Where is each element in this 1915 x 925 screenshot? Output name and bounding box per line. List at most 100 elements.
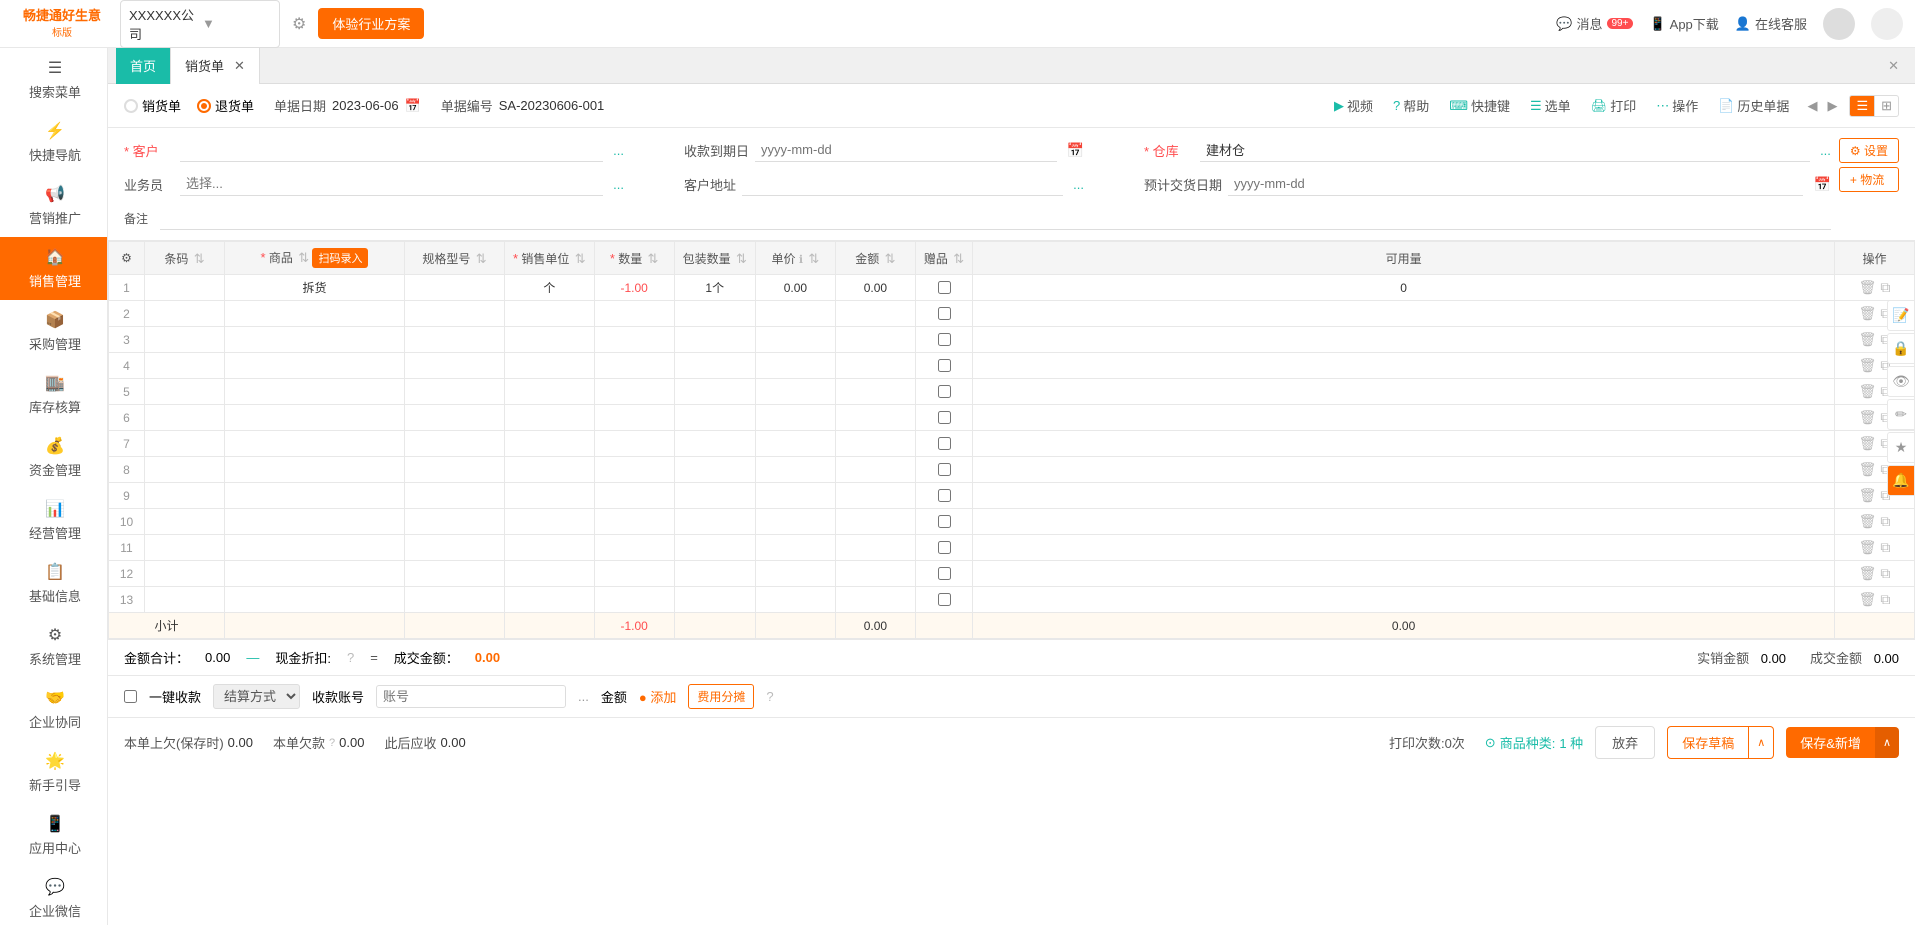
product-kind[interactable]: ⊙ 商品种类: 1 种 [1485,733,1583,752]
sidebar-item-purchase[interactable]: 📦 采购管理 [0,300,107,363]
sidebar-item-operations[interactable]: 📊 经营管理 [0,489,107,552]
row-spec[interactable] [405,327,505,353]
list-view-btn[interactable]: ☰ [1850,96,1875,116]
row-gift[interactable] [915,379,972,405]
fee-btn[interactable]: 费用分摊 [688,684,754,709]
row-barcode[interactable] [145,431,225,457]
row-price[interactable]: 0.00 [755,275,835,301]
sort-price-icon[interactable]: ⇅ [808,251,819,266]
sidebar-item-guide[interactable]: 🌟 新手引导 [0,741,107,804]
addr-input[interactable] [742,172,1063,196]
salesperson-dots[interactable]: ... [613,177,624,192]
sidebar-item-inventory[interactable]: 🏬 库存核算 [0,363,107,426]
tab-close-icon[interactable]: ✕ [234,58,245,74]
row-price[interactable] [755,431,835,457]
avatar[interactable] [1823,8,1855,40]
row-gift[interactable] [915,275,972,301]
print-btn[interactable]: 🖨 打印 [1585,94,1643,117]
row-copy-icon[interactable]: ⧉ [1880,539,1890,556]
row-delete-icon[interactable]: 🗑 [1859,565,1877,582]
customer-dots[interactable]: ... [613,143,624,158]
grid-view-btn[interactable]: ⊞ [1875,96,1898,116]
row-product[interactable] [225,457,405,483]
minus-icon[interactable]: — [246,650,259,665]
row-gift[interactable] [915,353,972,379]
row-product[interactable] [225,353,405,379]
add-payment-btn[interactable]: ● 添加 [639,687,676,706]
float-lock-btn[interactable]: 🔒 [1887,333,1915,364]
row-spec[interactable] [405,457,505,483]
row-spec[interactable] [405,483,505,509]
delivery-date-input[interactable] [1228,172,1803,196]
settings-icon[interactable]: ⚙ [288,10,310,38]
row-gift[interactable] [915,301,972,327]
th-settings[interactable]: ⚙ [109,242,145,275]
row-delete-icon[interactable]: 🗑 [1859,539,1877,556]
row-gift[interactable] [915,535,972,561]
row-product[interactable] [225,405,405,431]
settings-form-btn[interactable]: ⚙ 设置 [1839,138,1899,163]
row-price[interactable] [755,405,835,431]
trial-button[interactable]: 体验行业方案 [318,8,424,39]
row-price[interactable] [755,457,835,483]
row-price[interactable] [755,379,835,405]
row-product[interactable] [225,327,405,353]
row-barcode[interactable] [145,587,225,613]
addr-dots[interactable]: ... [1073,177,1084,192]
row-qty[interactable]: -1.00 [594,275,674,301]
row-gift[interactable] [915,431,972,457]
tab-home[interactable]: 首页 [116,48,171,84]
row-delete-icon[interactable]: 🗑 [1859,331,1877,348]
row-product[interactable]: 拆货 [225,275,405,301]
row-barcode[interactable] [145,483,225,509]
row-qty[interactable] [594,353,674,379]
row-delete-icon[interactable]: 🗑 [1859,279,1877,296]
sort-qty-icon[interactable]: ⇅ [648,251,659,266]
row-price[interactable] [755,509,835,535]
row-gift[interactable] [915,509,972,535]
logistics-btn[interactable]: + 物流 [1839,167,1899,192]
row-barcode[interactable] [145,301,225,327]
sort-unit-icon[interactable]: ⇅ [575,251,586,266]
fee-help-icon[interactable]: ? [766,689,773,704]
sidebar-item-appstore[interactable]: 📱 应用中心 [0,804,107,867]
scan-btn[interactable]: 扫码录入 [312,248,368,268]
date-value[interactable]: 2023-06-06 [332,98,399,113]
sidebar-item-collab[interactable]: 🤝 企业协同 [0,678,107,741]
online-service-btn[interactable]: 👤 在线客服 [1735,14,1807,33]
row-qty[interactable] [594,379,674,405]
sidebar-item-shortcut[interactable]: ⚡ 快捷导航 [0,111,107,174]
row-product[interactable] [225,509,405,535]
row-price[interactable] [755,561,835,587]
row-price[interactable] [755,535,835,561]
shortcut-btn[interactable]: ⌨ 快捷键 [1443,94,1516,117]
sort-product-icon[interactable]: ⇅ [298,250,309,265]
row-barcode[interactable] [145,353,225,379]
row-qty[interactable] [594,535,674,561]
history-btn[interactable]: 📄 历史单据 [1712,94,1795,117]
sidebar-item-system[interactable]: ⚙ 系统管理 [0,615,107,678]
row-barcode[interactable] [145,405,225,431]
row-qty[interactable] [594,587,674,613]
warehouse-dots[interactable]: ... [1820,143,1831,158]
row-product[interactable] [225,535,405,561]
row-barcode[interactable] [145,379,225,405]
row-barcode[interactable] [145,509,225,535]
row-delete-icon[interactable]: 🗑 [1859,357,1877,374]
sidebar-item-basic[interactable]: 📋 基础信息 [0,552,107,615]
row-delete-icon[interactable]: 🗑 [1859,305,1877,322]
row-gift[interactable] [915,405,972,431]
row-barcode[interactable] [145,535,225,561]
sort-pack-icon[interactable]: ⇅ [736,251,747,266]
price-info-icon[interactable]: ℹ [799,254,803,266]
float-eye-btn[interactable]: 👁 [1887,366,1915,397]
sidebar-item-finance[interactable]: 💰 资金管理 [0,426,107,489]
row-spec[interactable] [405,587,505,613]
row-product[interactable] [225,431,405,457]
row-gift[interactable] [915,457,972,483]
row-spec[interactable] [405,431,505,457]
discount-help-icon[interactable]: ? [347,650,354,665]
row-spec[interactable] [405,561,505,587]
row-price[interactable] [755,353,835,379]
save-draft-btn[interactable]: 保存草稿 [1667,726,1749,759]
